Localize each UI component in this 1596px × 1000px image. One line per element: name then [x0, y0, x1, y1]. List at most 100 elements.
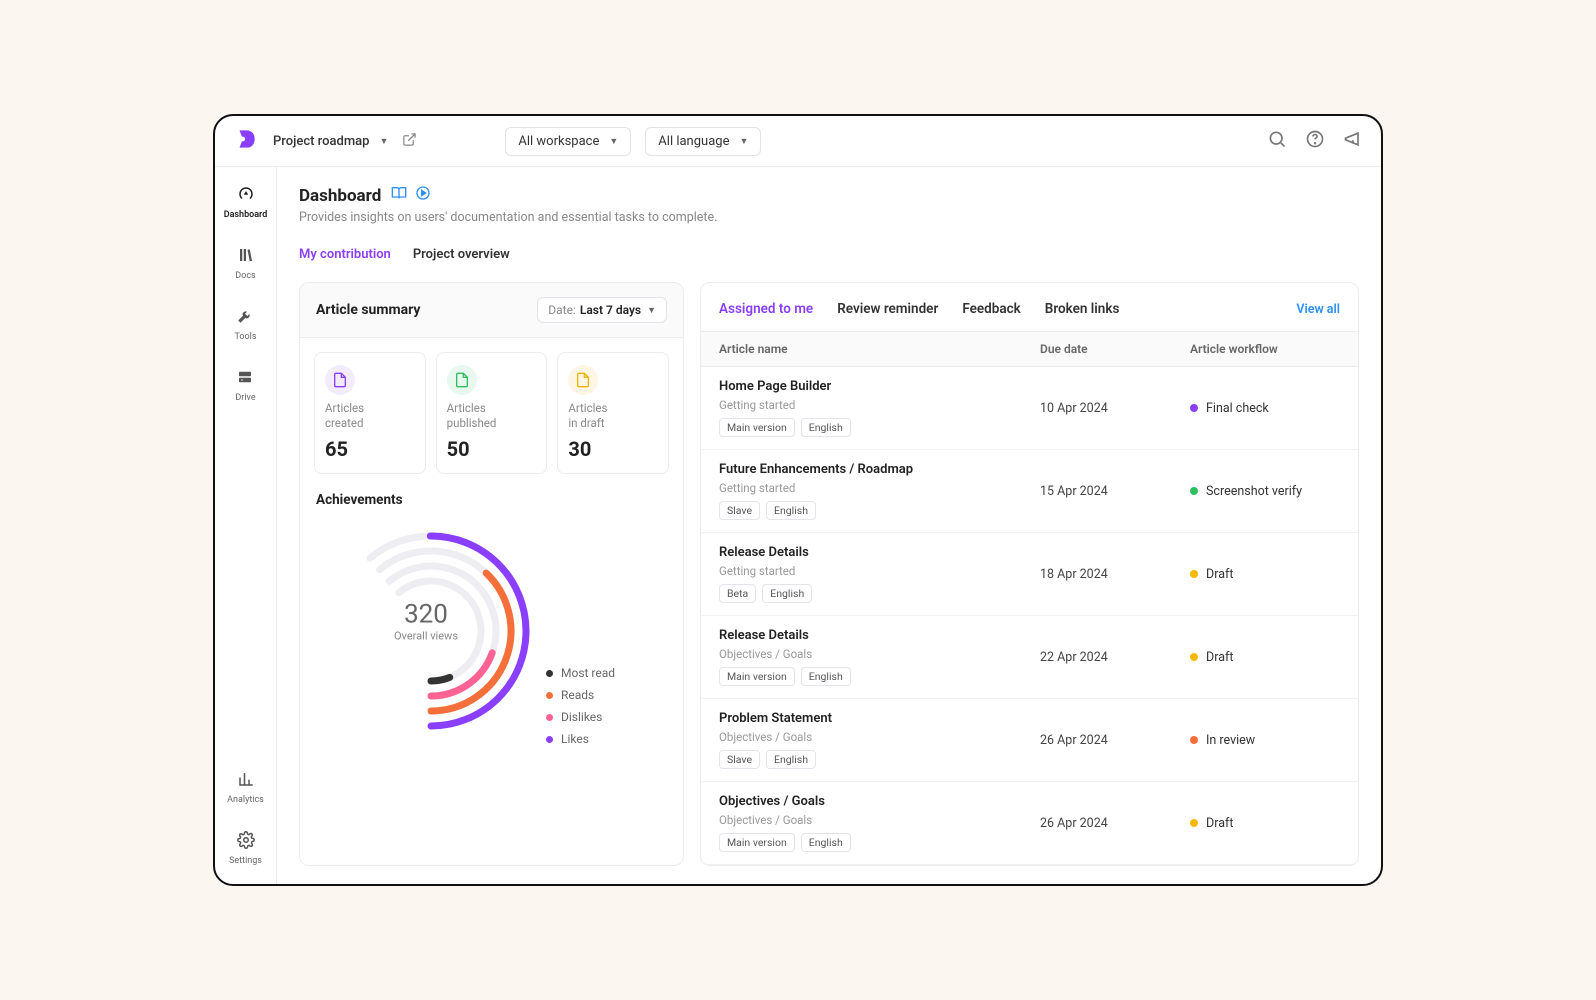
page-subtitle: Provides insights on users' documentatio…	[299, 210, 1359, 225]
book-open-icon[interactable]	[391, 185, 407, 206]
row-tags: Main versionEnglish	[719, 833, 1040, 852]
sidebar-item-docs[interactable]: Docs	[235, 246, 255, 281]
tab-review-reminder[interactable]: Review reminder	[837, 301, 938, 317]
tag: English	[766, 750, 816, 769]
row-tags: SlaveEnglish	[719, 501, 1040, 520]
sidebar-item-tools[interactable]: Tools	[234, 307, 256, 342]
tag: English	[801, 667, 851, 686]
chevron-down-icon: ▼	[609, 136, 618, 147]
row-title: Objectives / Goals	[719, 794, 1040, 809]
file-edit-icon	[568, 365, 598, 395]
row-due-date: 26 Apr 2024	[1040, 733, 1190, 748]
col-due-date: Due date	[1040, 342, 1190, 356]
gear-icon	[237, 831, 255, 852]
achievements-section: Achievements 320 Overall views Most read…	[300, 488, 683, 782]
workflow-label: Final check	[1206, 401, 1269, 416]
row-category: Objectives / Goals	[719, 647, 1040, 661]
legend-item: Most read	[546, 666, 615, 680]
panels: Article summary Date: Last 7 days ▼ Arti…	[299, 282, 1359, 866]
page-tabs: My contribution Project overview	[299, 247, 1359, 262]
date-filter[interactable]: Date: Last 7 days ▼	[537, 297, 667, 323]
row-due-date: 15 Apr 2024	[1040, 484, 1190, 499]
view-all-link[interactable]: View all	[1296, 302, 1340, 317]
app-logo-icon	[233, 126, 259, 156]
workflow-label: Draft	[1206, 816, 1233, 831]
tab-feedback[interactable]: Feedback	[962, 301, 1020, 317]
legend-label: Most read	[561, 666, 615, 680]
achievements-heading: Achievements	[316, 492, 667, 508]
tab-broken-links[interactable]: Broken links	[1045, 301, 1120, 317]
row-workflow: Screenshot verify	[1190, 484, 1340, 499]
file-check-icon	[447, 365, 477, 395]
project-dropdown[interactable]: Project roadmap ▼	[273, 134, 388, 149]
row-title: Release Details	[719, 545, 1040, 560]
legend-dot-icon	[546, 736, 553, 743]
drive-icon	[236, 368, 254, 389]
app-window: Project roadmap ▼ All workspace ▼ All la…	[213, 114, 1383, 886]
sidebar-item-settings[interactable]: Settings	[229, 831, 262, 866]
row-category: Objectives / Goals	[719, 730, 1040, 744]
external-link-icon[interactable]	[402, 132, 417, 151]
row-title: Home Page Builder	[719, 379, 1040, 394]
books-icon	[237, 246, 255, 267]
status-dot-icon	[1190, 736, 1198, 744]
search-icon[interactable]	[1267, 129, 1287, 153]
announcement-icon[interactable]	[1343, 129, 1363, 153]
table-row[interactable]: Home Page Builder Getting started Main v…	[701, 367, 1358, 450]
tag: English	[762, 584, 812, 603]
tag: Beta	[719, 584, 756, 603]
help-icon[interactable]	[1305, 129, 1325, 153]
stat-label: Articlespublished	[447, 401, 537, 431]
row-due-date: 10 Apr 2024	[1040, 401, 1190, 416]
workspace-select[interactable]: All workspace ▼	[505, 127, 631, 156]
row-workflow: Final check	[1190, 401, 1340, 416]
legend-label: Reads	[561, 688, 594, 702]
tag: Main version	[719, 418, 795, 437]
tag: Slave	[719, 501, 760, 520]
play-circle-icon[interactable]	[415, 185, 431, 206]
assigned-tabs: Assigned to me Review reminder Feedback …	[719, 301, 1119, 317]
topbar-actions	[1267, 129, 1363, 153]
project-name: Project roadmap	[273, 134, 369, 149]
stat-label: Articlesin draft	[568, 401, 658, 431]
legend-label: Likes	[561, 732, 589, 746]
tab-assigned-to-me[interactable]: Assigned to me	[719, 301, 813, 317]
row-title: Release Details	[719, 628, 1040, 643]
table-row[interactable]: Future Enhancements / Roadmap Getting st…	[701, 450, 1358, 533]
achievements-legend: Most readReadsDislikesLikes	[546, 666, 615, 746]
stat-value: 65	[325, 437, 415, 461]
table-header: Article name Due date Article workflow	[701, 331, 1358, 367]
stat-card: Articlescreated 65	[314, 352, 426, 474]
sidebar-item-label: Tools	[234, 332, 256, 342]
page-header: Dashboard Provides insights on users' do…	[299, 185, 1359, 225]
stat-value: 50	[447, 437, 537, 461]
stat-card: Articlespublished 50	[436, 352, 548, 474]
table-row[interactable]: Problem Statement Objectives / Goals Sla…	[701, 699, 1358, 782]
page-title: Dashboard	[299, 186, 381, 206]
table-row[interactable]: Release Details Objectives / Goals Main …	[701, 616, 1358, 699]
tools-icon	[236, 307, 254, 328]
status-dot-icon	[1190, 404, 1198, 412]
sidebar-item-analytics[interactable]: Analytics	[227, 770, 264, 805]
top-bar: Project roadmap ▼ All workspace ▼ All la…	[215, 116, 1381, 167]
table-row[interactable]: Objectives / Goals Objectives / Goals Ma…	[701, 782, 1358, 865]
workflow-label: In review	[1206, 733, 1255, 748]
row-tags: Slave English	[719, 750, 1040, 769]
tab-my-contribution[interactable]: My contribution	[299, 247, 391, 262]
chevron-down-icon: ▼	[379, 136, 388, 147]
gauge-icon	[237, 185, 255, 206]
chart-icon	[237, 770, 255, 791]
row-category: Getting started	[719, 398, 1040, 412]
sidebar-item-drive[interactable]: Drive	[235, 368, 255, 403]
table-row[interactable]: Release Details Getting started BetaEngl…	[701, 533, 1358, 616]
tag: Slave	[719, 750, 760, 769]
sidebar-item-dashboard[interactable]: Dashboard	[224, 185, 268, 220]
stat-card: Articlesin draft 30	[557, 352, 669, 474]
tag: Main version	[719, 667, 795, 686]
row-due-date: 26 Apr 2024	[1040, 816, 1190, 831]
language-select[interactable]: All language ▼	[645, 127, 761, 156]
date-filter-label: Date:	[548, 303, 576, 317]
tab-project-overview[interactable]: Project overview	[413, 247, 510, 262]
workflow-label: Draft	[1206, 650, 1233, 665]
stat-label: Articlescreated	[325, 401, 415, 431]
